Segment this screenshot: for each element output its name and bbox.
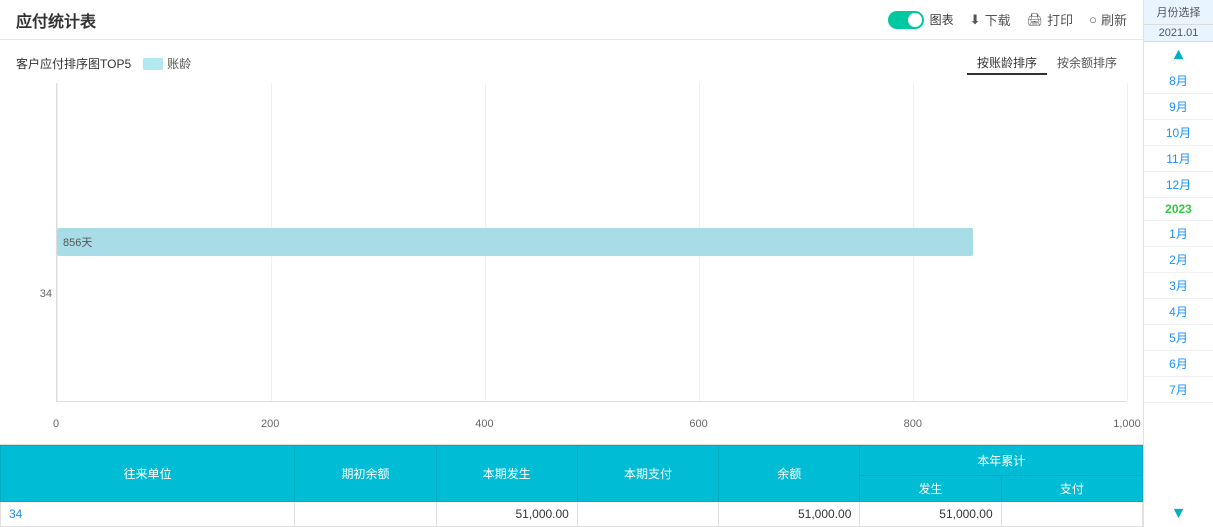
sidebar-nav-down-button[interactable]: ▼ bbox=[1144, 501, 1213, 527]
x-label-1000: 1,000 bbox=[1113, 418, 1141, 430]
sidebar-month-item[interactable]: 8月 bbox=[1144, 68, 1213, 94]
sidebar-month-item[interactable]: 2023 bbox=[1144, 198, 1213, 221]
refresh-label: 刷新 bbox=[1101, 10, 1127, 29]
y-label-34: 34 bbox=[40, 288, 52, 300]
sidebar-month-item[interactable]: 10月 bbox=[1144, 120, 1213, 146]
chart-toggle-group[interactable]: 图表 bbox=[888, 11, 954, 29]
table-row: 34 51,000.00 51,000.00 51,000.00 bbox=[1, 502, 1143, 527]
x-label-800: 800 bbox=[904, 418, 922, 430]
download-icon: ⬇ bbox=[970, 12, 981, 28]
sidebar-month-item[interactable]: 1月 bbox=[1144, 221, 1213, 247]
col-header-current: 本期发生 bbox=[436, 446, 577, 502]
download-button[interactable]: ⬇ 下载 bbox=[970, 10, 1011, 29]
cell-current: 51,000.00 bbox=[436, 502, 577, 527]
header-actions: 图表 ⬇ 下载 🖨 打印 ○ 刷新 bbox=[888, 10, 1127, 29]
x-label-200: 200 bbox=[261, 418, 279, 430]
sidebar-month-item[interactable]: 6月 bbox=[1144, 351, 1213, 377]
supplier-link[interactable]: 34 bbox=[9, 507, 22, 521]
legend-title: 客户应付排序图TOP5 bbox=[16, 55, 131, 72]
col-header-ytd-occur: 发生 bbox=[860, 476, 1001, 502]
col-header-supplier: 往来单位 bbox=[1, 446, 295, 502]
refresh-button[interactable]: ○ 刷新 bbox=[1089, 10, 1127, 29]
sidebar-months-list: 8月9月10月11月12月20231月2月3月4月5月6月7月 bbox=[1144, 68, 1213, 501]
col-header-balance: 余额 bbox=[719, 446, 860, 502]
sidebar-month-item[interactable]: 2月 bbox=[1144, 247, 1213, 273]
data-table: 往来单位 期初余额 本期发生 本期支付 余额 本年累计 发生 支付 34 bbox=[0, 445, 1143, 527]
sidebar-year-display: 2021.01 bbox=[1144, 25, 1213, 42]
sidebar-month-item[interactable]: 9月 bbox=[1144, 94, 1213, 120]
x-label-0: 0 bbox=[53, 418, 59, 430]
cell-supplier: 34 bbox=[1, 502, 295, 527]
col-header-opening: 期初余额 bbox=[295, 446, 436, 502]
legend-left: 客户应付排序图TOP5 账龄 bbox=[16, 55, 191, 72]
legend-item-age: 账龄 bbox=[143, 55, 191, 72]
sort-by-amount-button[interactable]: 按账龄排序 bbox=[967, 52, 1047, 75]
table-section: 往来单位 期初余额 本期发生 本期支付 余额 本年累计 发生 支付 34 bbox=[0, 444, 1143, 527]
cell-ytd-pay bbox=[1001, 502, 1142, 527]
chart-y-axis: 34 bbox=[16, 83, 56, 402]
page-title: 应付统计表 bbox=[16, 8, 96, 32]
sidebar-header: 月份选择 bbox=[1144, 0, 1213, 25]
chart-x-axis: 0 200 400 600 800 1,000 bbox=[56, 402, 1127, 432]
x-label-400: 400 bbox=[475, 418, 493, 430]
sidebar: 月份选择 2021.01 ▲ 8月9月10月11月12月20231月2月3月4月… bbox=[1143, 0, 1213, 527]
bar-end-label-34: 856天 bbox=[63, 234, 92, 250]
chart-toggle-switch[interactable] bbox=[888, 11, 924, 29]
legend-color-box bbox=[143, 58, 163, 70]
col-header-payment: 本期支付 bbox=[577, 446, 718, 502]
page-header: 应付统计表 图表 ⬇ 下载 🖨 打印 ○ 刷新 bbox=[0, 0, 1143, 40]
refresh-icon: ○ bbox=[1089, 12, 1097, 27]
cell-ytd-occur: 51,000.00 bbox=[860, 502, 1001, 527]
x-label-600: 600 bbox=[689, 418, 707, 430]
bar-row-34: 856天 bbox=[57, 228, 1127, 256]
col-header-ytd-pay: 支付 bbox=[1001, 476, 1142, 502]
chart-legend: 客户应付排序图TOP5 账龄 按账龄排序 按余额排序 bbox=[16, 52, 1127, 75]
table-header-row-1: 往来单位 期初余额 本期发生 本期支付 余额 本年累计 bbox=[1, 446, 1143, 476]
print-icon: 🖨 bbox=[1027, 12, 1044, 28]
download-label: 下载 bbox=[985, 10, 1011, 29]
sidebar-month-item[interactable]: 3月 bbox=[1144, 273, 1213, 299]
sidebar-month-item[interactable]: 7月 bbox=[1144, 377, 1213, 403]
chart-container: 34 856天 0 200 bbox=[16, 83, 1127, 432]
sidebar-nav-up-button[interactable]: ▲ bbox=[1144, 42, 1213, 68]
sidebar-month-item[interactable]: 12月 bbox=[1144, 172, 1213, 198]
bar-34 bbox=[57, 228, 973, 256]
sort-buttons: 按账龄排序 按余额排序 bbox=[967, 52, 1127, 75]
cell-balance: 51,000.00 bbox=[719, 502, 860, 527]
table-wrapper: 往来单位 期初余额 本期发生 本期支付 余额 本年累计 发生 支付 34 bbox=[0, 445, 1143, 527]
print-button[interactable]: 🖨 打印 bbox=[1027, 10, 1074, 29]
chart-toggle-label: 图表 bbox=[930, 11, 954, 28]
sidebar-month-item[interactable]: 11月 bbox=[1144, 146, 1213, 172]
chart-bars-area: 856天 bbox=[56, 83, 1127, 402]
sort-by-balance-button[interactable]: 按余额排序 bbox=[1047, 52, 1127, 75]
print-label: 打印 bbox=[1047, 10, 1073, 29]
grid-line-1000 bbox=[1127, 83, 1128, 401]
col-header-ytd: 本年累计 bbox=[860, 446, 1143, 476]
cell-opening bbox=[295, 502, 436, 527]
sidebar-month-item[interactable]: 5月 bbox=[1144, 325, 1213, 351]
table-body: 34 51,000.00 51,000.00 51,000.00 bbox=[1, 502, 1143, 527]
cell-payment bbox=[577, 502, 718, 527]
chart-section: 客户应付排序图TOP5 账龄 按账龄排序 按余额排序 34 bbox=[0, 40, 1143, 444]
sidebar-month-item[interactable]: 4月 bbox=[1144, 299, 1213, 325]
legend-color-label: 账龄 bbox=[167, 55, 191, 72]
